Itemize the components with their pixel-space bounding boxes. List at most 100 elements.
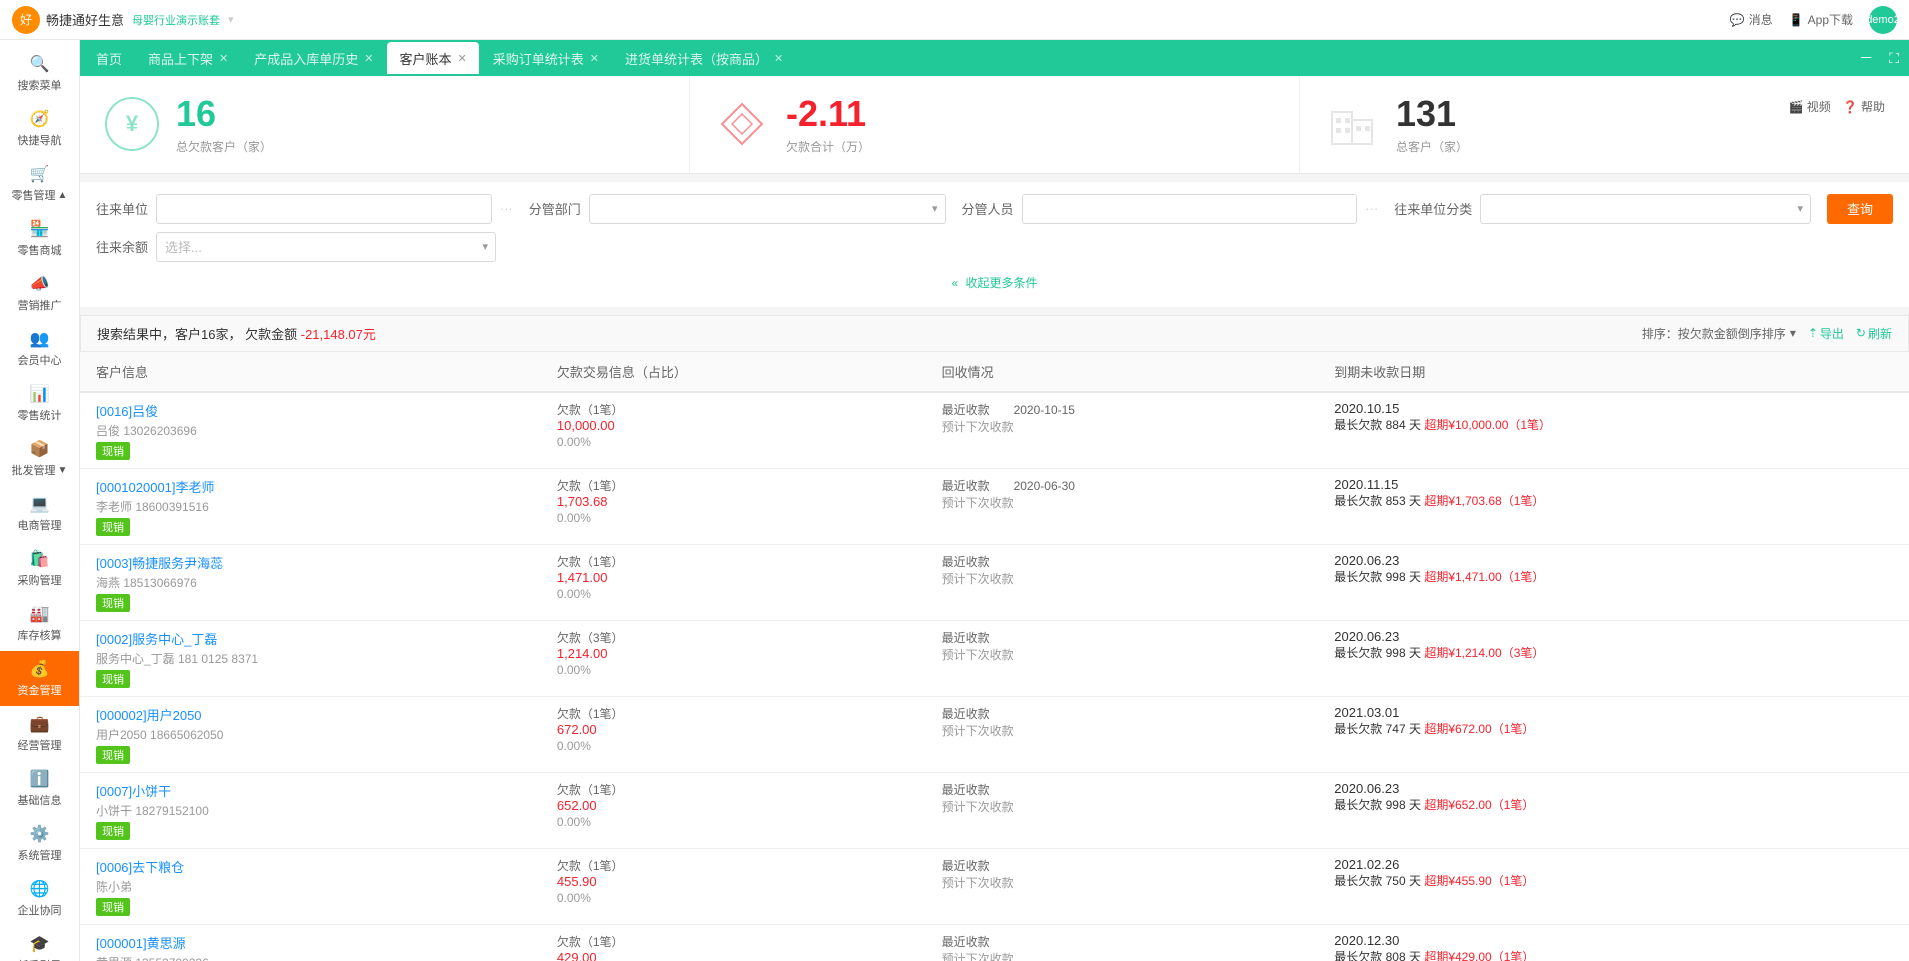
filter-dots-unit[interactable]: ··· — [500, 201, 513, 216]
overdue-link-6[interactable]: 超期¥455.90（1笔） — [1424, 874, 1534, 888]
tab-inbound-stats[interactable]: 进货单统计表（按商品） ✕ — [613, 42, 795, 74]
industry-selector[interactable]: 母婴行业演示账套 — [132, 12, 220, 28]
next-payment-label-5: 预计下次收款 — [942, 798, 1303, 815]
tabbar-minimize-btn[interactable]: － — [1853, 46, 1879, 70]
overdue-link-2[interactable]: 超期¥1,471.00（1笔） — [1424, 570, 1544, 584]
overdue-link-0[interactable]: 超期¥10,000.00（1笔） — [1424, 418, 1551, 432]
sidebar-item-operations[interactable]: 💼 经营管理 — [0, 706, 79, 761]
chevron-down-icon: ▲ — [58, 190, 68, 201]
sidebar-item-system[interactable]: ⚙️ 系统管理 — [0, 816, 79, 871]
tab-customer-ledger-close[interactable]: ✕ — [458, 52, 467, 65]
customer-tag-5: 现销 — [96, 822, 130, 840]
customer-name-link-3[interactable]: [0002]服务中心_丁磊 — [96, 629, 525, 648]
due-date-6: 2021.02.26 — [1334, 857, 1893, 872]
tab-home[interactable]: 首页 — [84, 42, 134, 74]
filter-collapse-btn[interactable]: « 收起更多条件 — [96, 270, 1893, 295]
debt-amount-2: 1,471.00 — [557, 570, 910, 585]
tab-product-history[interactable]: 产成品入库单历史 ✕ — [242, 42, 385, 74]
customer-tag-4: 现销 — [96, 746, 130, 764]
cell-customer-5: [0007]小饼干 小饼干 18279152100 现销 — [80, 772, 541, 848]
table-row: [0003]畅捷服务尹海蕊 海燕 18513066976 现销 欠款（1笔） 1… — [80, 544, 1909, 620]
video-link[interactable]: 🎬 视频 — [1788, 98, 1830, 115]
tab-purchase-stats-close[interactable]: ✕ — [590, 52, 599, 65]
settings-icon: ⚙️ — [30, 824, 50, 844]
export-btn[interactable]: ⇡ 导出 — [1808, 325, 1844, 342]
sidebar-item-inventory[interactable]: 🏭 库存核算 — [0, 596, 79, 651]
customer-name-link-4[interactable]: [000002]用户2050 — [96, 705, 525, 724]
sidebar-label-retail-mgmt-wrap: 零售管理 ▲ — [12, 187, 68, 203]
sidebar-item-ecommerce[interactable]: 💻 电商管理 — [0, 486, 79, 541]
compass-icon: 🧭 — [30, 109, 50, 129]
cell-due-date-2: 2020.06.23 最长欠款 998 天 超期¥1,471.00（1笔） — [1318, 544, 1909, 620]
overdue-link-5[interactable]: 超期¥652.00（1笔） — [1424, 798, 1534, 812]
app-download-btn[interactable]: 📱 App下载 — [1789, 11, 1853, 28]
filter-row-2: 往来余额 选择... ▾ — [96, 232, 496, 262]
tab-product-listing-close[interactable]: ✕ — [219, 52, 228, 65]
next-payment-label-3: 预计下次收款 — [942, 646, 1303, 663]
customer-name-link-2[interactable]: [0003]畅捷服务尹海蕊 — [96, 553, 525, 572]
customer-tag-3: 现销 — [96, 670, 130, 688]
sidebar-item-basic-info[interactable]: ℹ️ 基础信息 — [0, 761, 79, 816]
filter-dropdown-unit-type-btn[interactable] — [1480, 194, 1811, 224]
filter-dropdown-balance-btn[interactable]: 选择... — [156, 232, 496, 262]
tab-product-history-close[interactable]: ✕ — [364, 52, 373, 65]
cell-customer-4: [000002]用户2050 用户2050 18665062050 现销 — [80, 696, 541, 772]
customer-tag-6: 现销 — [96, 898, 130, 916]
debt-amount-3: 1,214.00 — [557, 646, 910, 661]
stat-values-3: 131 总客户（家） — [1396, 94, 1772, 155]
sidebar-item-search[interactable]: 🔍 搜索菜单 — [0, 46, 79, 101]
refresh-btn[interactable]: ↻ 刷新 — [1856, 325, 1892, 342]
debt-count-4: 欠款（1笔） — [557, 705, 910, 722]
filter-dropdown-unit-type: ▾ — [1480, 194, 1811, 224]
overdue-link-7[interactable]: 超期¥429.00（1笔） — [1424, 950, 1534, 961]
briefcase-icon: 💼 — [30, 714, 50, 734]
tab-customer-ledger[interactable]: 客户账本 ✕ — [387, 42, 478, 74]
sidebar-item-retail-mgmt[interactable]: 🛒 零售管理 ▲ — [0, 156, 79, 211]
sidebar-item-retail-mall[interactable]: 🏪 零售商城 — [0, 211, 79, 266]
filter-input-person[interactable] — [1022, 194, 1358, 224]
table-row: [000002]用户2050 用户2050 18665062050 现销 欠款（… — [80, 696, 1909, 772]
tab-inbound-stats-close[interactable]: ✕ — [774, 52, 783, 65]
sidebar-item-retail-stats[interactable]: 📊 零售统计 — [0, 376, 79, 431]
last-payment-label-3: 最近收款 — [942, 629, 1303, 646]
message-btn[interactable]: 💬 消息 — [1730, 11, 1773, 28]
box-icon: 📦 — [30, 439, 50, 459]
results-bar: 搜索结果中，客户16家， 欠款金额 -21,148.07元 排序：按欠款金额倒序… — [80, 315, 1909, 352]
help-link[interactable]: ❓ 帮助 — [1843, 98, 1885, 115]
filter-dropdown-dept-btn[interactable] — [589, 194, 946, 224]
sidebar-item-enterprise[interactable]: 🌐 企业协同 — [0, 871, 79, 926]
sidebar-item-finance[interactable]: 💰 资金管理 — [0, 651, 79, 706]
filter-input-unit[interactable] — [156, 194, 492, 224]
tab-customer-ledger-label: 客户账本 — [399, 49, 451, 68]
search-button[interactable]: 查询 — [1827, 194, 1893, 224]
due-date-3: 2020.06.23 — [1334, 629, 1893, 644]
customer-name-link-0[interactable]: [0016]吕俊 — [96, 401, 525, 420]
tabbar-actions: － ⛶ — [1853, 46, 1905, 70]
due-date-5: 2020.06.23 — [1334, 781, 1893, 796]
overdue-days-5: 最长欠款 998 天 超期¥652.00（1笔） — [1334, 796, 1893, 813]
sidebar-item-newbie[interactable]: 🎓 新手引导 — [0, 926, 79, 961]
filter-dots-person[interactable]: ··· — [1365, 201, 1378, 216]
tabbar-expand-btn[interactable]: ⛶ — [1883, 46, 1905, 70]
export-icon: ⇡ — [1808, 326, 1818, 340]
overdue-link-1[interactable]: 超期¥1,703.68（1笔） — [1424, 494, 1544, 508]
customer-name-link-5[interactable]: [0007]小饼干 — [96, 781, 525, 800]
cell-due-date-4: 2021.03.01 最长欠款 747 天 超期¥672.00（1笔） — [1318, 696, 1909, 772]
avatar[interactable]: demo2 — [1869, 6, 1897, 34]
customer-name-link-1[interactable]: [0001020001]李老师 — [96, 477, 525, 496]
sidebar-item-purchase[interactable]: 🛍️ 采购管理 — [0, 541, 79, 596]
sort-selector[interactable]: 排序：按欠款金额倒序排序 ▾ — [1642, 325, 1796, 342]
sidebar-item-members[interactable]: 👥 会员中心 — [0, 321, 79, 376]
customer-name-link-7[interactable]: [000001]黄思源 — [96, 933, 525, 952]
money-icon: 💰 — [30, 659, 50, 679]
customer-name-link-6[interactable]: [0006]去下粮仓 — [96, 857, 525, 876]
sidebar-item-nav[interactable]: 🧭 快捷导航 — [0, 101, 79, 156]
balance-placeholder: 选择... — [165, 237, 202, 256]
overdue-link-4[interactable]: 超期¥672.00（1笔） — [1424, 722, 1534, 736]
tab-product-listing[interactable]: 商品上下架 ✕ — [136, 42, 240, 74]
tab-purchase-stats[interactable]: 采购订单统计表 ✕ — [481, 42, 611, 74]
next-payment-label-0: 预计下次收款 — [942, 418, 1303, 435]
overdue-link-3[interactable]: 超期¥1,214.00（3笔） — [1424, 646, 1544, 660]
sidebar-item-wholesale[interactable]: 📦 批发管理 ▼ — [0, 431, 79, 486]
sidebar-item-marketing[interactable]: 📣 营销推广 — [0, 266, 79, 321]
